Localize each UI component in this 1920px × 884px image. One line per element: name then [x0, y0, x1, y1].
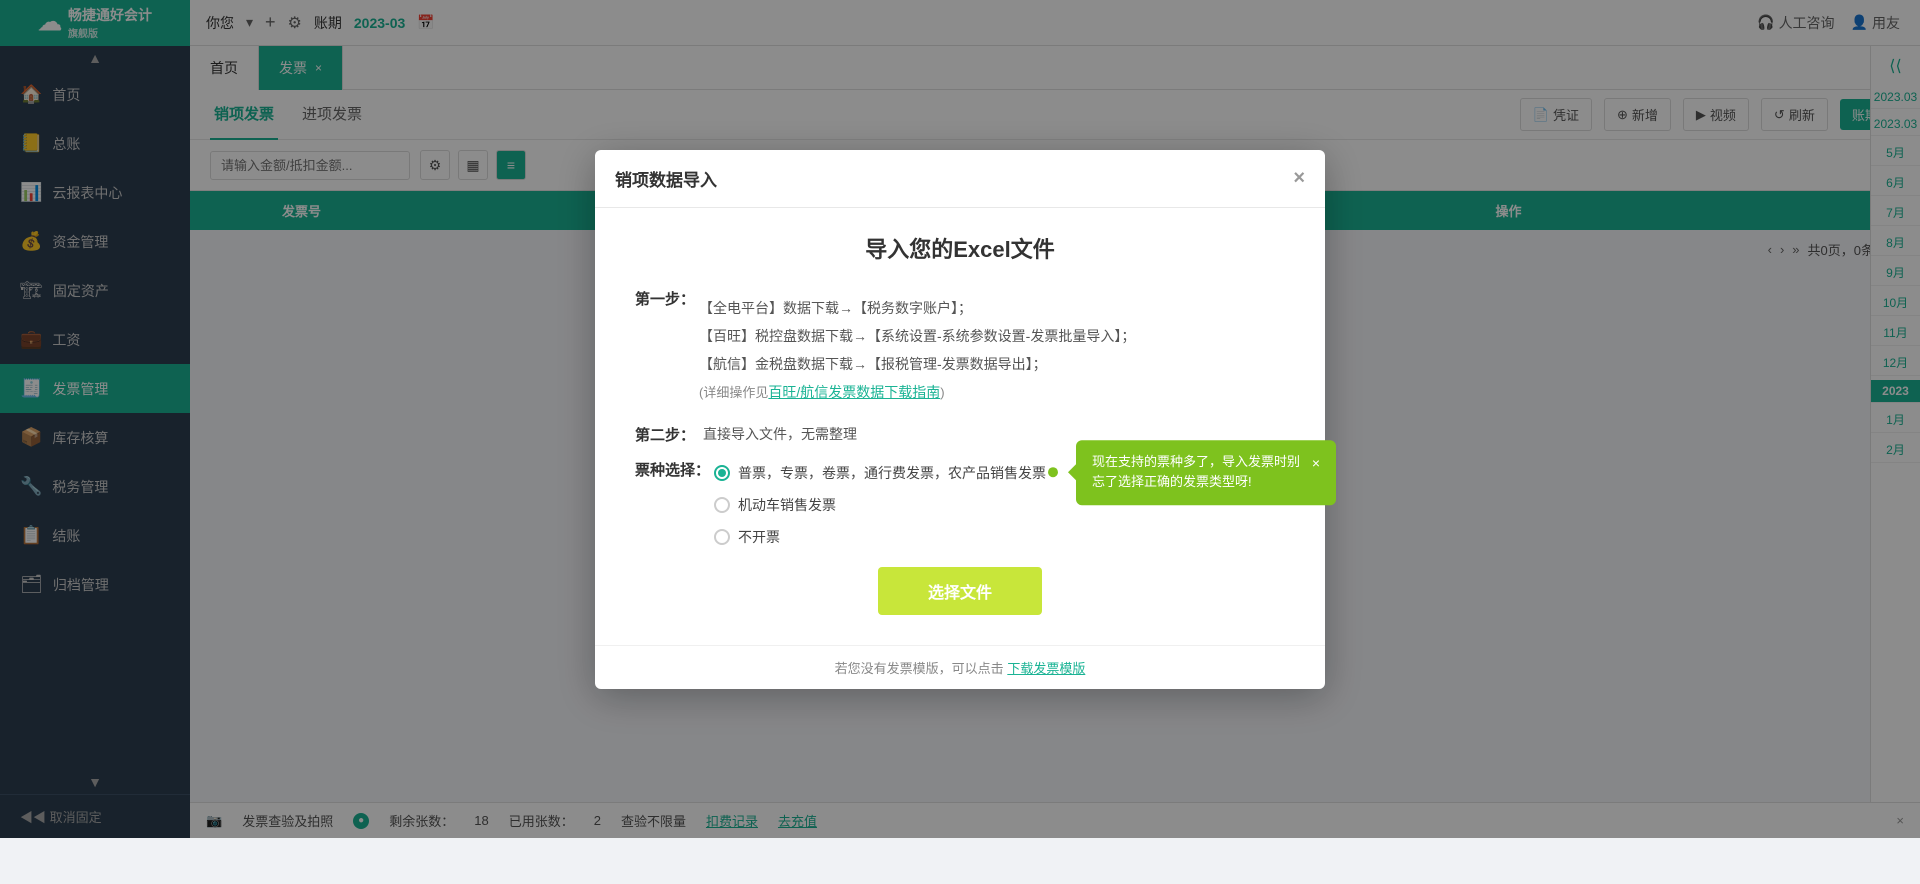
radio-label3: 不开票: [738, 527, 780, 547]
download-template-link[interactable]: 下载发票模版: [1007, 661, 1085, 676]
radio-label1: 普票，专票，卷票，通行费发票，农产品销售发票: [738, 463, 1046, 483]
step1-label: 第一步：: [635, 288, 695, 406]
step1-section: 第一步： 【全电平台】数据下载→【税务数字账户】； 【百旺】税控盘数据下载→【系…: [635, 288, 1285, 406]
radio-option3[interactable]: 不开票: [714, 527, 1046, 547]
step2-text: 直接导入文件，无需整理: [703, 424, 857, 444]
modal-close-btn[interactable]: ×: [1293, 168, 1305, 188]
select-file-btn[interactable]: 选择文件: [878, 567, 1042, 615]
radio-option1-container: 普票，专票，卷票，通行费发票，农产品销售发票 × 现在支持的票种多了，导入发票时…: [714, 463, 1046, 483]
radio-label2: 机动车销售发票: [738, 495, 836, 515]
tooltip-text: 现在支持的票种多了，导入发票时别忘了选择正确的发票类型呀!: [1092, 454, 1300, 490]
modal-body: 导入您的Excel文件 第一步： 【全电平台】数据下载→【税务数字账户】； 【百…: [595, 208, 1325, 645]
invoice-select-row: 票种选择： 普票，专票，卷票，通行费发票，农产品销售发票 × 现在支持的票种多了…: [635, 459, 1285, 547]
modal-title: 销项数据导入: [615, 166, 717, 191]
step1-link: (详细操作见百旺/航信发票数据下载指南): [699, 378, 1135, 406]
radio-circle1: [714, 465, 730, 481]
radio-option1[interactable]: 普票，专票，卷票，通行费发票，农产品销售发票: [714, 463, 1046, 483]
step2-label: 第二步：: [635, 424, 695, 445]
footer-text: 若您没有发票模版，可以点击: [835, 661, 1004, 676]
radio-group: 普票，专票，卷票，通行费发票，农产品销售发票 × 现在支持的票种多了，导入发票时…: [714, 463, 1046, 547]
invoice-select-label: 票种选择：: [635, 459, 710, 480]
modal-content-title: 导入您的Excel文件: [635, 232, 1285, 264]
radio-option2[interactable]: 机动车销售发票: [714, 495, 1046, 515]
download-guide-link[interactable]: 百旺/航信发票数据下载指南: [768, 384, 940, 400]
tooltip-close-btn[interactable]: ×: [1312, 452, 1320, 474]
import-modal: 销项数据导入 × 导入您的Excel文件 第一步： 【全电平台】数据下载→【税务…: [595, 150, 1325, 689]
step1-content: 【全电平台】数据下载→【税务数字账户】； 【百旺】税控盘数据下载→【系统设置-系…: [699, 294, 1135, 406]
modal-header: 销项数据导入 ×: [595, 150, 1325, 208]
modal-footer: 若您没有发票模版，可以点击 下载发票模版: [595, 645, 1325, 689]
tooltip-bubble: × 现在支持的票种多了，导入发票时别忘了选择正确的发票类型呀!: [1076, 440, 1336, 506]
step1-line2: 【百旺】税控盘数据下载→【系统设置-系统参数设置-发票批量导入】；: [699, 322, 1135, 350]
step1-line1: 【全电平台】数据下载→【税务数字账户】；: [699, 294, 1135, 322]
radio-circle2: [714, 497, 730, 513]
radio-circle3: [714, 529, 730, 545]
step1-line3: 【航信】金税盘数据下载→【报税管理-发票数据导出】；: [699, 350, 1135, 378]
modal-overlay: 销项数据导入 × 导入您的Excel文件 第一步： 【全电平台】数据下载→【税务…: [0, 0, 1920, 838]
tooltip-dot: [1048, 468, 1058, 478]
